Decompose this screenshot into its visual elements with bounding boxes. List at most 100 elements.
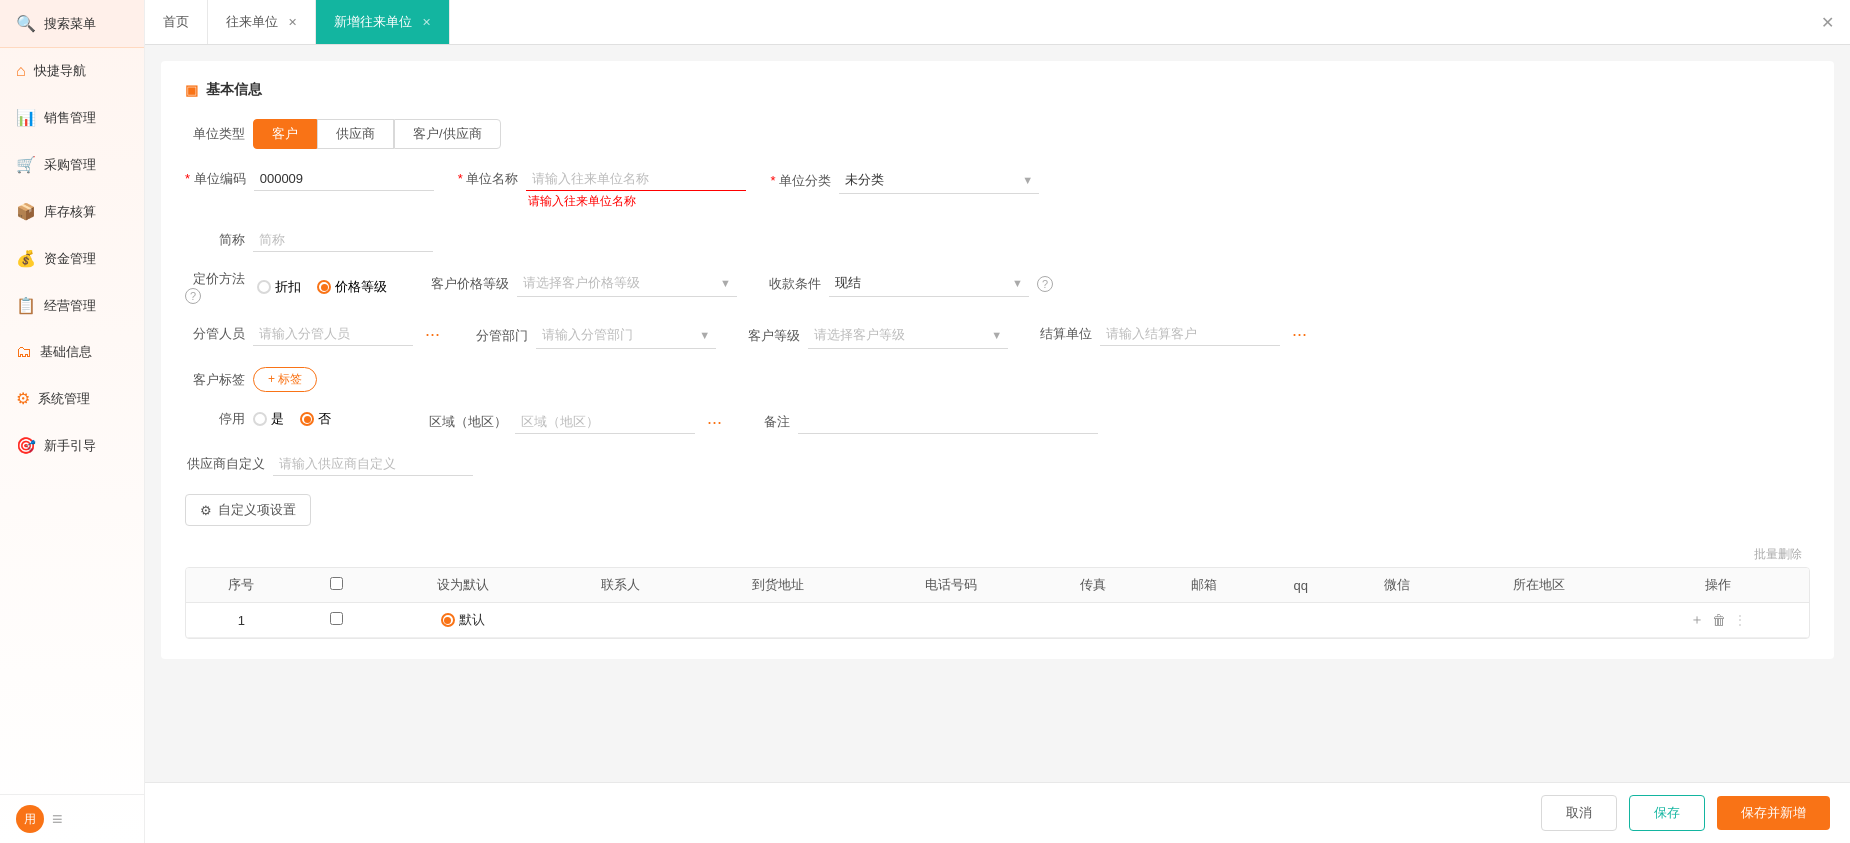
row-region (1453, 603, 1626, 638)
main-area: 首页 往来单位 ✕ 新增往来单位 ✕ ✕ ▣ 基本信息 单位类型 客户 (145, 0, 1850, 843)
sidebar-item-operation[interactable]: 📋 经营管理 (0, 282, 144, 329)
unit-category-chevron: ▼ (1022, 174, 1033, 186)
customer-price-level-chevron: ▼ (720, 277, 731, 289)
sidebar-item-sales[interactable]: 📊 销售管理 (0, 94, 144, 141)
unit-btn-customer[interactable]: 客户 (253, 119, 317, 149)
unit-code-label: * 单位编码 (185, 170, 246, 188)
customer-level-chevron: ▼ (991, 329, 1002, 341)
operation-icon: 📋 (16, 296, 36, 315)
radio-level[interactable]: 价格等级 (317, 278, 387, 296)
department-field: 分管部门 请输入分管部门 ▼ (468, 322, 716, 349)
row-fax (1038, 603, 1149, 638)
radio-no-label: 否 (318, 410, 331, 428)
unit-category-select[interactable]: 未分类 ▼ (839, 167, 1039, 194)
region-more-icon[interactable]: ··· (703, 413, 726, 431)
unit-name-input[interactable] (526, 167, 746, 191)
save-new-button[interactable]: 保存并新增 (1717, 796, 1830, 830)
tab-partners-label: 往来单位 (226, 13, 278, 31)
region-input[interactable] (515, 410, 695, 434)
user-avatar: 用 (16, 805, 44, 833)
sidebar-item-quicknav[interactable]: ⌂ 快捷导航 (0, 48, 144, 94)
sidebar-label-finance: 资金管理 (44, 250, 96, 268)
window-close-button[interactable]: ✕ (1805, 13, 1850, 32)
radio-yes[interactable]: 是 (253, 410, 284, 428)
sidebar-item-finance[interactable]: 💰 资金管理 (0, 235, 144, 282)
supplier-custom-input[interactable] (273, 452, 473, 476)
manager-more-icon[interactable]: ··· (421, 325, 444, 343)
customer-level-select[interactable]: 请选择客户等级 ▼ (808, 322, 1008, 349)
gear-icon: ⚙ (200, 503, 212, 518)
basic-info-card: ▣ 基本信息 单位类型 客户 供应商 客户/供应商 * (161, 61, 1834, 659)
sidebar-item-system[interactable]: ⚙ 系统管理 (0, 375, 144, 422)
radio-discount[interactable]: 折扣 (257, 278, 301, 296)
pricing-row: 定价方法 ? 折扣 价格等级 客户 (185, 270, 1810, 304)
sidebar-item-newbie[interactable]: 🎯 新手引导 (0, 422, 144, 469)
row-default-radio[interactable] (441, 613, 455, 627)
tab-new-partner-close-icon[interactable]: ✕ (422, 16, 431, 29)
note-label: 备注 (750, 413, 790, 431)
disable-field: 停用 是 否 (185, 410, 405, 428)
payment-terms-field: 收款条件 现结 ▼ ? (761, 270, 1053, 297)
unit-type-field: 单位类型 客户 供应商 客户/供应商 (185, 119, 501, 149)
table-header-actions: 批量删除 (185, 542, 1810, 567)
add-tag-button[interactable]: + 标签 (253, 367, 317, 392)
region-field: 区域（地区） ··· (429, 410, 726, 434)
unit-category-label: * 单位分类 (770, 172, 831, 190)
cancel-button[interactable]: 取消 (1541, 795, 1617, 831)
row-qq (1259, 603, 1342, 638)
radio-no[interactable]: 否 (300, 410, 331, 428)
radio-yes-label: 是 (271, 410, 284, 428)
sidebar-item-purchase[interactable]: 🛒 采购管理 (0, 141, 144, 188)
unit-code-row: * 单位编码 * 单位名称 请输入往来单位名称 (185, 167, 1810, 210)
col-phone: 电话号码 (865, 568, 1038, 603)
unit-btn-supplier[interactable]: 供应商 (317, 119, 394, 149)
supplier-custom-field: 供应商自定义 (185, 452, 473, 476)
pricing-help-icon[interactable]: ? (185, 288, 201, 304)
customer-price-level-select[interactable]: 请选择客户价格等级 ▼ (517, 270, 737, 297)
col-contact: 联系人 (549, 568, 691, 603)
department-select[interactable]: 请输入分管部门 ▼ (536, 322, 716, 349)
note-input[interactable] (798, 410, 1098, 434)
settlement-input[interactable] (1100, 322, 1280, 346)
manager-input[interactable] (253, 322, 413, 346)
row-seq: 1 (186, 603, 297, 638)
pricing-radio-group: 折扣 价格等级 (257, 278, 387, 296)
tab-partners-close-icon[interactable]: ✕ (288, 16, 297, 29)
search-icon: 🔍 (16, 14, 36, 33)
row-checkbox (297, 603, 376, 638)
sidebar-label-quicknav: 快捷导航 (34, 62, 86, 80)
short-name-row: 简称 (185, 228, 1810, 252)
sidebar-item-inventory[interactable]: 📦 库存核算 (0, 188, 144, 235)
unit-btn-both[interactable]: 客户/供应商 (394, 119, 501, 149)
tag-field: 客户标签 + 标签 (185, 367, 405, 392)
add-row-icon[interactable]: ＋ (1690, 611, 1704, 629)
payment-terms-label: 收款条件 (761, 275, 821, 293)
tab-home[interactable]: 首页 (145, 0, 208, 44)
short-name-field: 简称 (185, 228, 433, 252)
content-area: ▣ 基本信息 单位类型 客户 供应商 客户/供应商 * (145, 45, 1850, 782)
tab-new-partner[interactable]: 新增往来单位 ✕ (316, 0, 450, 44)
payment-terms-chevron: ▼ (1012, 277, 1023, 289)
sidebar-item-basic[interactable]: 🗂 基础信息 (0, 329, 144, 375)
save-button[interactable]: 保存 (1629, 795, 1705, 831)
settlement-more-icon[interactable]: ··· (1288, 325, 1311, 343)
payment-terms-select[interactable]: 现结 ▼ (829, 270, 1029, 297)
radio-discount-label: 折扣 (275, 278, 301, 296)
sidebar-item-search[interactable]: 🔍 搜索菜单 (0, 0, 144, 48)
delete-row-icon[interactable]: 🗑 (1712, 612, 1726, 628)
purchase-icon: 🛒 (16, 155, 36, 174)
tab-partners[interactable]: 往来单位 ✕ (208, 0, 316, 44)
row-select-checkbox[interactable] (330, 612, 343, 625)
batch-delete-button[interactable]: 批量删除 (1754, 546, 1802, 563)
sidebar-expand-icon[interactable]: ≡ (52, 809, 63, 830)
select-all-checkbox[interactable] (330, 577, 343, 590)
payment-help-icon[interactable]: ? (1037, 276, 1053, 292)
tag-label: 客户标签 (185, 371, 245, 389)
short-name-input[interactable] (253, 228, 433, 252)
section-title: ▣ 基本信息 (185, 81, 1810, 99)
unit-code-input[interactable] (254, 167, 434, 191)
radio-yes-circle (253, 412, 267, 426)
custom-settings-button[interactable]: ⚙ 自定义项设置 (185, 494, 311, 526)
tab-home-label: 首页 (163, 13, 189, 31)
tab-new-partner-label: 新增往来单位 (334, 13, 412, 31)
